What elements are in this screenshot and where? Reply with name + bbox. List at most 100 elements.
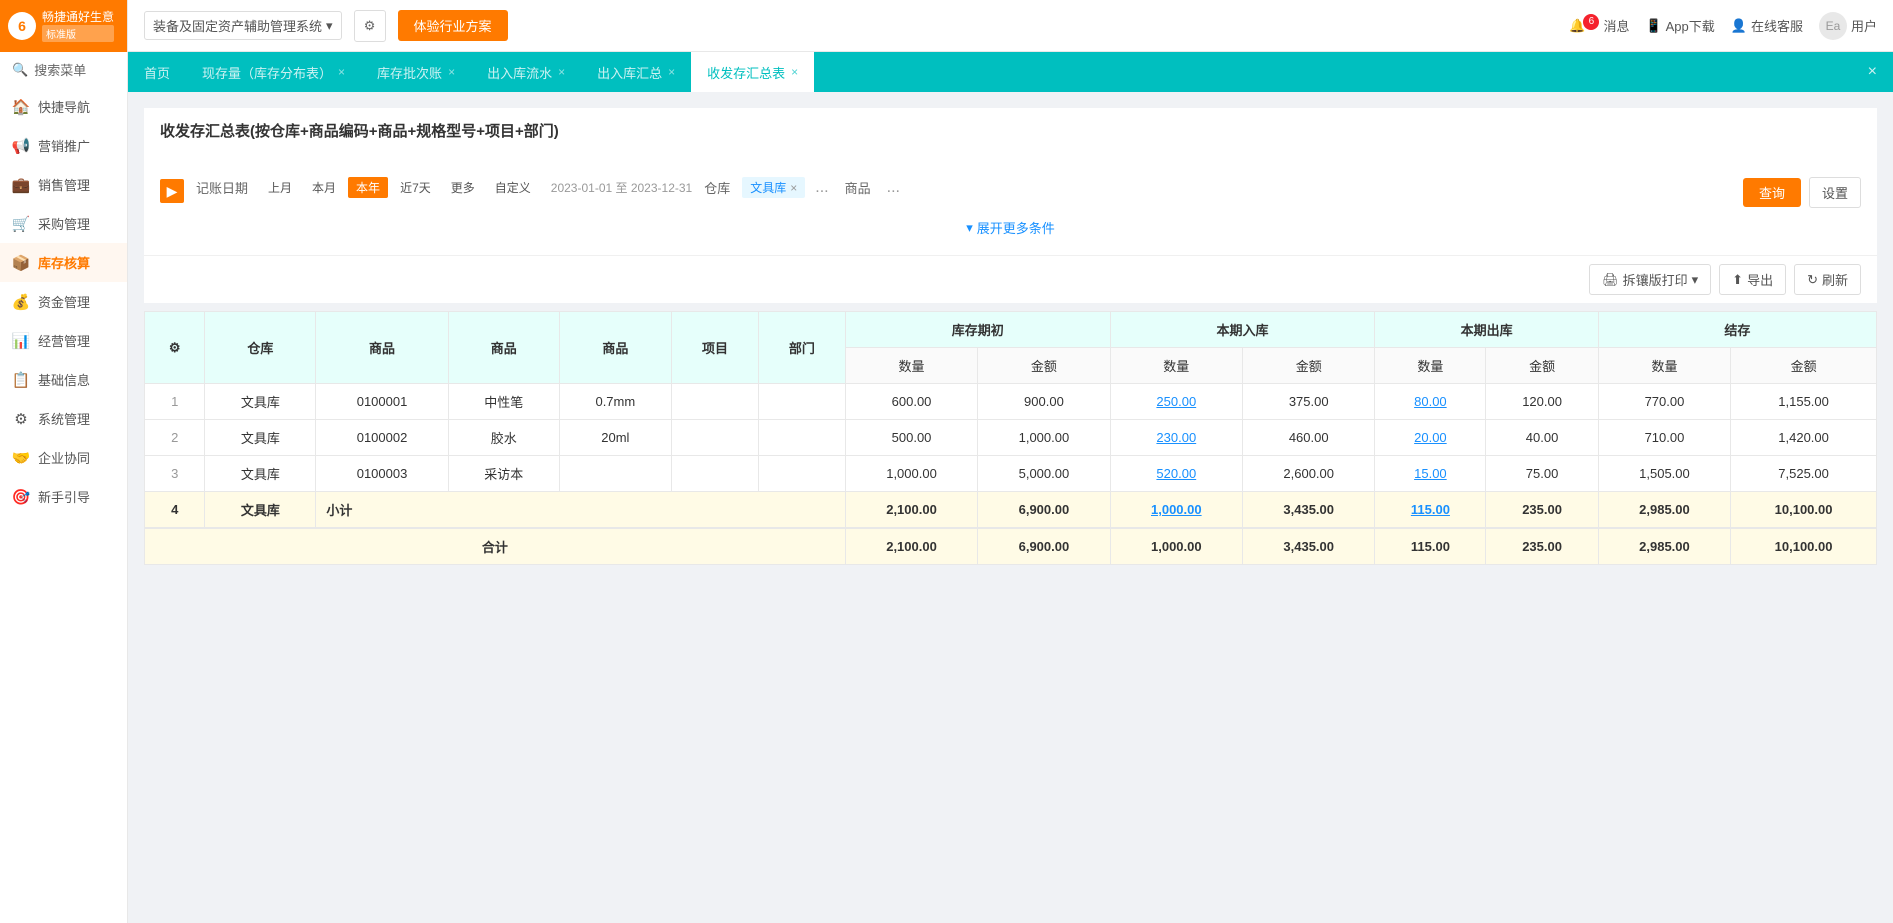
expand-more-button[interactable]: ▾ 展开更多条件: [966, 218, 1055, 237]
row-close-qty: 770.00: [1598, 384, 1730, 420]
footer-out-amt: 235.00: [1486, 528, 1598, 565]
tab-close-inventory-dist[interactable]: ×: [338, 65, 345, 79]
tab-home[interactable]: 首页: [128, 52, 186, 92]
tab-inventory-dist[interactable]: 现存量（库存分布表） ×: [186, 52, 361, 92]
row-out-qty[interactable]: 20.00: [1375, 420, 1486, 456]
system-title-dropdown[interactable]: 装备及固定资产辅助管理系统 ▾: [144, 11, 342, 40]
row-close-amt: 1,420.00: [1731, 420, 1877, 456]
filter-collapse-button[interactable]: ▶: [160, 179, 184, 203]
subtotal-open-qty: 2,100.00: [845, 492, 977, 529]
warehouse-tag-close[interactable]: ×: [790, 181, 797, 195]
row-close-qty: 1,505.00: [1598, 456, 1730, 492]
query-button[interactable]: 查询: [1743, 178, 1801, 207]
date-btn-this-month[interactable]: 本月: [304, 177, 344, 198]
print-icon: 🖨: [1602, 272, 1619, 288]
tab-batch-ledger[interactable]: 库存批次账 ×: [361, 52, 471, 92]
notification-button[interactable]: 🔔 6 消息: [1569, 16, 1629, 35]
table-row: 3 文具库 0100003 采访本 1,000.00 5,000.00 520.…: [145, 456, 1877, 492]
row-dept: [758, 384, 845, 420]
row-in-qty[interactable]: 250.00: [1110, 384, 1242, 420]
tab-close-inout-flow[interactable]: ×: [558, 65, 565, 79]
settings-small-button[interactable]: 设置: [1809, 177, 1861, 208]
row-code: 0100003: [316, 456, 448, 492]
sidebar-item-search[interactable]: 🔍 搜索菜单: [0, 52, 127, 87]
tab-recv-send-summary[interactable]: 收发存汇总表 ×: [691, 52, 814, 92]
col-header-warehouse: 仓库: [205, 312, 316, 384]
refresh-icon: ↻: [1807, 272, 1818, 288]
table-row: 1 文具库 0100001 中性笔 0.7mm 600.00 900.00 25…: [145, 384, 1877, 420]
warehouse-more-button[interactable]: ...: [811, 179, 832, 197]
top-bar: 装备及固定资产辅助管理系统 ▾ ⚙ 体验行业方案 🔔 6 消息 📱: [128, 0, 1893, 52]
service-icon: 👤: [1731, 18, 1747, 34]
sales-icon: 💼: [12, 176, 30, 194]
print-button[interactable]: 🖨 拆镶版打印 ▾: [1589, 264, 1711, 295]
subtotal-in-qty[interactable]: 1,000.00: [1110, 492, 1242, 529]
table-footer: 合计 2,100.00 6,900.00 1,000.00 3,435.00 1…: [145, 528, 1877, 565]
sidebar-item-operation[interactable]: 📊 经营管理: [0, 321, 127, 360]
sidebar-item-beginner[interactable]: 🎯 新手引导: [0, 477, 127, 516]
col-out-amt: 金额: [1486, 348, 1598, 384]
row-in-qty[interactable]: 520.00: [1110, 456, 1242, 492]
col-in-qty: 数量: [1110, 348, 1242, 384]
footer-out-qty: 115.00: [1375, 528, 1486, 565]
footer-open-qty: 2,100.00: [845, 528, 977, 565]
tab-inout-summary[interactable]: 出入库汇总 ×: [581, 52, 691, 92]
goods-more-button[interactable]: ...: [883, 179, 904, 197]
column-settings-icon[interactable]: ⚙: [169, 340, 181, 355]
sidebar-item-inventory[interactable]: 📦 库存核算: [0, 243, 127, 282]
tab-bar: 首页 现存量（库存分布表） × 库存批次账 × 出入库流水 × 出入库汇总 × …: [128, 52, 1893, 92]
warehouse-filter-label: 仓库: [704, 178, 730, 197]
row-name: 采访本: [448, 456, 559, 492]
row-out-qty[interactable]: 80.00: [1375, 384, 1486, 420]
date-btn-custom[interactable]: 自定义: [487, 177, 539, 198]
sidebar-item-basic-info[interactable]: 📋 基础信息: [0, 360, 127, 399]
sidebar-item-enterprise[interactable]: 🤝 企业协同: [0, 438, 127, 477]
col-header-opening: 库存期初: [845, 312, 1110, 348]
trial-button[interactable]: 体验行业方案: [398, 10, 508, 41]
date-btn-last-month[interactable]: 上月: [260, 177, 300, 198]
footer-in-amt: 3,435.00: [1243, 528, 1375, 565]
logo-icon: 6: [8, 12, 36, 40]
finance-icon: 💰: [12, 293, 30, 311]
page-title: 收发存汇总表(按仓库+商品编码+商品+规格型号+项目+部门): [160, 120, 1861, 141]
row-num: 2: [145, 420, 205, 456]
user-menu[interactable]: Ea 用户: [1819, 12, 1877, 40]
tab-inout-flow[interactable]: 出入库流水 ×: [471, 52, 581, 92]
footer-close-qty: 2,985.00: [1598, 528, 1730, 565]
filter-section: ▶ 记账日期 上月 本月 本年 近7天 更多 自定义 2023-0: [144, 165, 1877, 255]
online-service-button[interactable]: 👤 在线客服: [1731, 16, 1803, 35]
sidebar-item-marketing[interactable]: 📢 营销推广: [0, 126, 127, 165]
warehouse-tag[interactable]: 文具库 ×: [742, 177, 805, 198]
tab-bar-close-button[interactable]: ×: [1852, 63, 1893, 81]
row-in-amt: 2,600.00: [1243, 456, 1375, 492]
app-download-button[interactable]: 📱 App下载: [1645, 16, 1714, 35]
row-project: [671, 420, 758, 456]
col-settings[interactable]: ⚙: [145, 312, 205, 384]
row-out-qty[interactable]: 15.00: [1375, 456, 1486, 492]
settings-button[interactable]: ⚙: [354, 10, 386, 42]
export-button[interactable]: ⬆ 导出: [1719, 264, 1786, 295]
row-warehouse: 文具库: [205, 420, 316, 456]
sidebar-logo: 6 畅捷通好生意 标准版: [0, 0, 127, 52]
sidebar-item-finance[interactable]: 💰 资金管理: [0, 282, 127, 321]
tab-close-batch-ledger[interactable]: ×: [448, 65, 455, 79]
row-in-amt: 375.00: [1243, 384, 1375, 420]
date-btn-7days[interactable]: 近7天: [392, 177, 439, 198]
table-row: 2 文具库 0100002 胶水 20ml 500.00 1,000.00 23…: [145, 420, 1877, 456]
row-spec: 20ml: [559, 420, 671, 456]
col-header-goods-spec: 商品: [559, 312, 671, 384]
sidebar-item-system[interactable]: ⚙ 系统管理: [0, 399, 127, 438]
row-spec: [559, 456, 671, 492]
sidebar-item-purchase[interactable]: 🛒 采购管理: [0, 204, 127, 243]
col-header-project: 项目: [671, 312, 758, 384]
tab-close-recv-send-summary[interactable]: ×: [791, 65, 798, 79]
row-num: 1: [145, 384, 205, 420]
date-btn-this-year[interactable]: 本年: [348, 177, 388, 198]
row-in-qty[interactable]: 230.00: [1110, 420, 1242, 456]
sidebar-item-sales[interactable]: 💼 销售管理: [0, 165, 127, 204]
sidebar-item-quick-nav[interactable]: 🏠 快捷导航: [0, 87, 127, 126]
tab-close-inout-summary[interactable]: ×: [668, 65, 675, 79]
date-btn-more[interactable]: 更多: [443, 177, 483, 198]
subtotal-out-qty[interactable]: 115.00: [1375, 492, 1486, 529]
refresh-button[interactable]: ↻ 刷新: [1794, 264, 1861, 295]
